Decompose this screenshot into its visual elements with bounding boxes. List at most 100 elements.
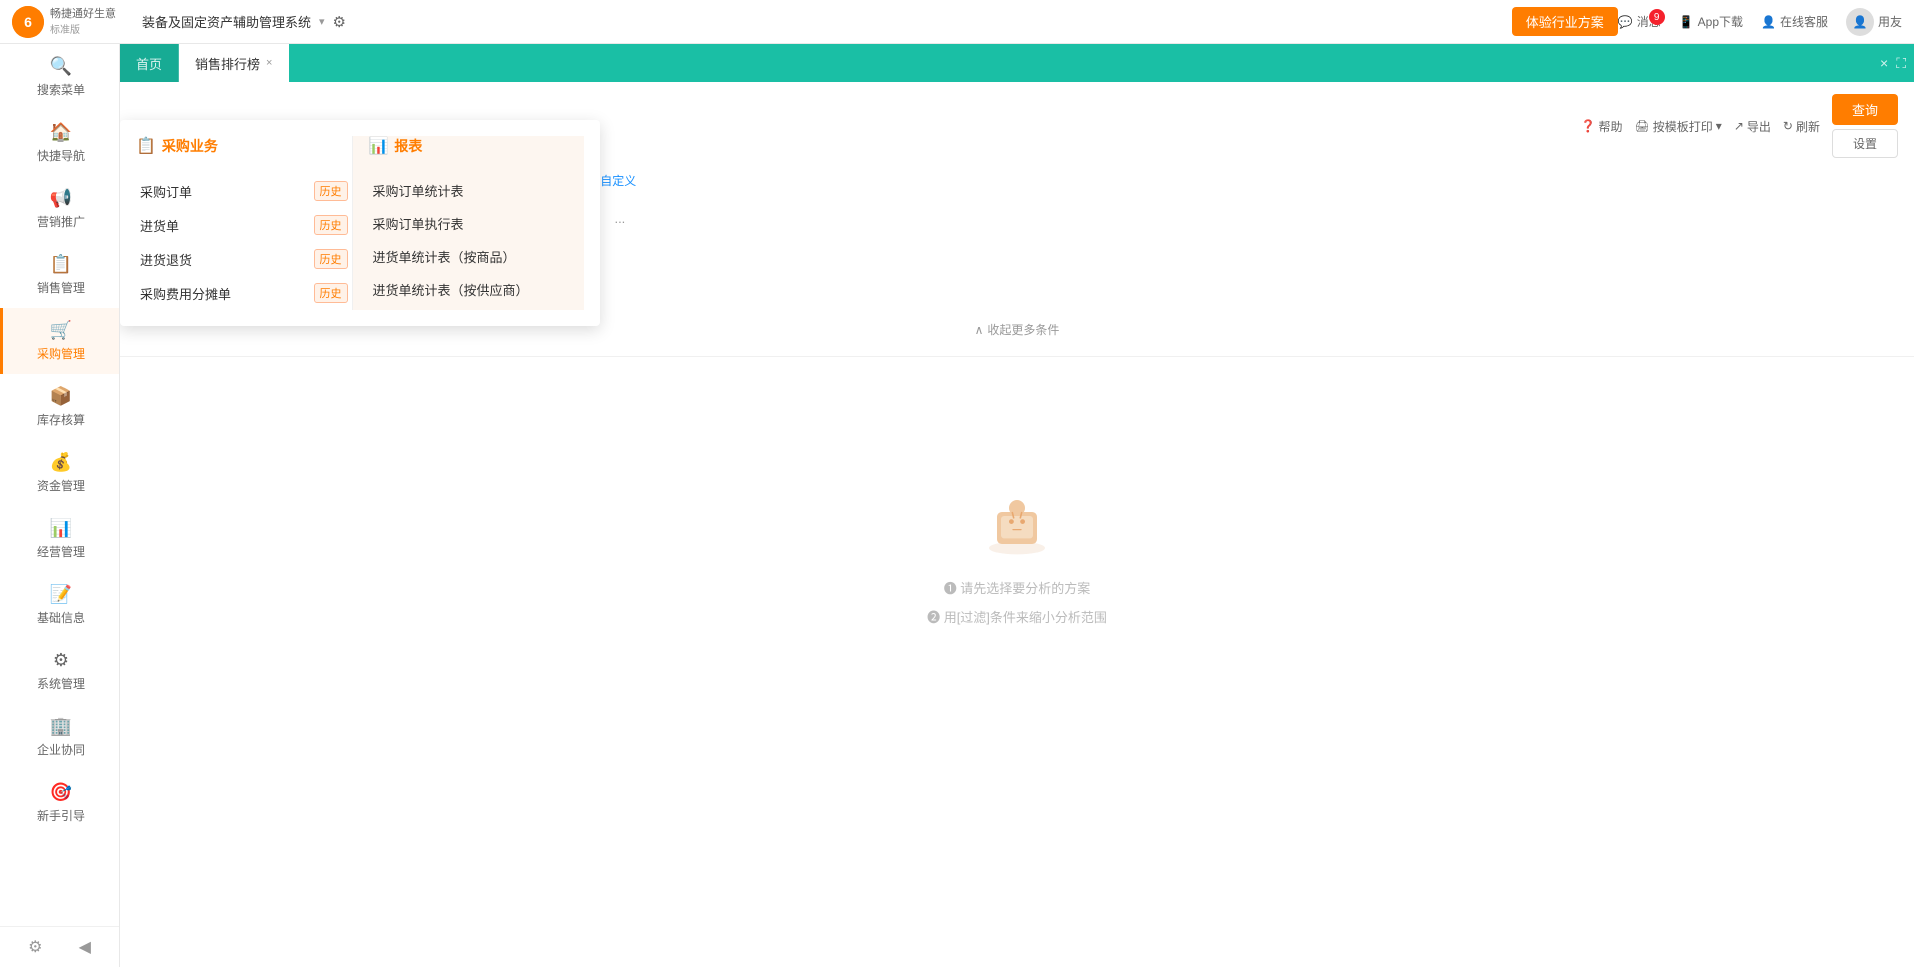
tab-home-label: 首页	[136, 54, 162, 73]
message-icon: 💬	[1618, 15, 1633, 29]
sidebar-label-search: 搜索菜单	[37, 81, 85, 98]
sidebar-bottom: ⚙ ◀	[0, 926, 119, 967]
enterprise-icon: 🏢	[50, 716, 72, 737]
operations-icon: 📊	[50, 518, 72, 539]
sidebar-item-marketing[interactable]: 📢 营销推广	[0, 176, 119, 242]
sidebar-label-enterprise: 企业协同	[37, 741, 85, 758]
sidebar-label-operations: 经营管理	[37, 543, 85, 560]
sidebar-item-finance[interactable]: 💰 资金管理	[0, 440, 119, 506]
sidebar: 🔍 搜索菜单 🏠 快捷导航 📢 营销推广 📋 销售管理 🛒 采购管理 📦 库存核…	[0, 44, 120, 967]
dropdown-item-receipt-by-supplier[interactable]: 进货单统计表（按供应商）	[369, 273, 585, 306]
tab-home[interactable]: 首页	[120, 44, 179, 82]
refresh-label: 刷新	[1796, 118, 1820, 135]
username: 用友	[1878, 13, 1902, 30]
settings-gear-icon[interactable]: ⚙	[333, 13, 346, 31]
message-btn[interactable]: 💬 消息 9	[1618, 13, 1661, 30]
help-label: 帮助	[1599, 118, 1623, 135]
collapse-arrow-icon: ∧	[975, 323, 984, 337]
logo-area: 6 畅捷通好生意 标准版	[12, 6, 132, 38]
tab-sales-rank[interactable]: 销售排行榜 ×	[179, 44, 289, 82]
history-tag-3: 历史	[314, 283, 348, 303]
dropdown-item-receipt-by-product[interactable]: 进货单统计表（按商品）	[369, 240, 585, 273]
dropdown-col-reports: 📊 报表 采购订单统计表 采购订单执行表 进货单统计表（按商品） 进货单统计表（…	[352, 136, 585, 310]
industry-btn[interactable]: 体验行业方案	[1512, 7, 1618, 36]
sidebar-item-operations[interactable]: 📊 经营管理	[0, 506, 119, 572]
dropdown-item-purchase-return[interactable]: 进货退货 历史	[136, 242, 352, 276]
logo-edition: 标准版	[50, 21, 116, 36]
tab-expand-icon[interactable]: ⛶	[1896, 55, 1906, 72]
empty-text-2: ❷ 用[过滤]条件来缩小分析范围	[927, 607, 1107, 626]
sidebar-collapse-btn[interactable]: ◀	[79, 937, 91, 957]
sidebar-item-quick-nav[interactable]: 🏠 快捷导航	[0, 110, 119, 176]
query-button[interactable]: 查询	[1832, 94, 1898, 125]
sidebar-settings-btn[interactable]: ⚙	[28, 937, 42, 957]
print-btn[interactable]: 🖨 按模板打印 ▾	[1635, 118, 1722, 135]
page-content: ❓ 帮助 🖨 按模板打印 ▾ ↗ 导出 ↻ 刷新	[120, 82, 1914, 967]
dropdown-purchase-title: 📋 采购业务	[136, 136, 352, 162]
settings-button[interactable]: 设置	[1832, 129, 1898, 158]
title-arrow-icon[interactable]: ▾	[319, 15, 325, 28]
purchase-icon: 🛒	[50, 320, 72, 341]
empty-text-1: ❶ 请先选择要分析的方案	[944, 578, 1091, 597]
guide-icon: 🎯	[50, 782, 72, 803]
search-icon: 🔍	[50, 56, 72, 77]
sidebar-item-base-info[interactable]: 📝 基础信息	[0, 572, 119, 638]
tab-bar: 首页 销售排行榜 × × ⛶	[120, 44, 1914, 82]
main-layout: 🔍 搜索菜单 🏠 快捷导航 📢 营销推广 📋 销售管理 🛒 采购管理 📦 库存核…	[0, 44, 1914, 967]
history-tag-0: 历史	[314, 181, 348, 201]
sidebar-item-inventory[interactable]: 📦 库存核算	[0, 374, 119, 440]
sidebar-item-enterprise[interactable]: 🏢 企业协同	[0, 704, 119, 770]
sidebar-item-search[interactable]: 🔍 搜索菜单	[0, 44, 119, 110]
logo-name: 畅捷通好生意	[50, 7, 116, 21]
online-service-btn[interactable]: 👤 在线客服	[1761, 13, 1828, 30]
dropdown-col-purchase: 📋 采购业务 采购订单 历史 进货单 历史 进货退货 历史	[136, 136, 352, 310]
svg-text:6: 6	[24, 14, 32, 30]
refresh-btn[interactable]: ↻ 刷新	[1783, 118, 1820, 135]
dropdown-item-order-stats[interactable]: 采购订单统计表	[369, 174, 585, 207]
reports-title-label: 报表	[394, 136, 422, 156]
sidebar-item-sales[interactable]: 📋 销售管理	[0, 242, 119, 308]
home-icon: 🏠	[50, 122, 72, 143]
product-dots[interactable]: ...	[614, 211, 625, 226]
service-icon: 👤	[1761, 15, 1776, 29]
sidebar-item-system[interactable]: ⚙ 系统管理	[0, 638, 119, 704]
purchase-title-label: 采购业务	[162, 136, 218, 156]
dropdown-item-purchase-expense[interactable]: 采购费用分摊单 历史	[136, 276, 352, 310]
sidebar-label-sales: 销售管理	[37, 279, 85, 296]
help-btn[interactable]: ❓ 帮助	[1581, 118, 1623, 135]
sidebar-label-purchase: 采购管理	[37, 345, 85, 362]
custom-date-link[interactable]: 自定义	[600, 172, 636, 189]
sales-icon: 📋	[50, 254, 72, 275]
sidebar-item-purchase[interactable]: 🛒 采购管理	[0, 308, 119, 374]
content-area: 首页 销售排行榜 × × ⛶ ❓ 帮助	[120, 44, 1914, 967]
inventory-icon: 📦	[50, 386, 72, 407]
app-download-btn[interactable]: 📱 App下载	[1679, 13, 1743, 30]
message-badge: 9	[1649, 9, 1665, 25]
export-btn[interactable]: ↗ 导出	[1734, 118, 1771, 135]
tab-close-all-icon[interactable]: ×	[1880, 55, 1888, 71]
system-icon: ⚙	[53, 650, 69, 671]
dropdown-reports-title: 📊 报表	[369, 136, 585, 162]
base-info-icon: 📝	[50, 584, 72, 605]
dropdown-item-purchase-receipt[interactable]: 进货单 历史	[136, 208, 352, 242]
sidebar-label-marketing: 营销推广	[37, 213, 85, 230]
logo-icon: 6	[12, 6, 44, 38]
sidebar-label-guide: 新手引导	[37, 807, 85, 824]
system-title: 装备及固定资产辅助管理系统	[142, 12, 311, 31]
history-tag-1: 历史	[314, 215, 348, 235]
tab-close-icon[interactable]: ×	[266, 57, 272, 69]
sidebar-label-system: 系统管理	[37, 675, 85, 692]
sidebar-item-guide[interactable]: 🎯 新手引导	[0, 770, 119, 836]
history-tag-2: 历史	[314, 249, 348, 269]
user-area[interactable]: 👤 用友	[1846, 8, 1902, 36]
sidebar-label-finance: 资金管理	[37, 477, 85, 494]
export-icon: ↗	[1734, 119, 1744, 133]
system-title-area: 装备及固定资产辅助管理系统 ▾ ⚙	[132, 12, 1500, 31]
dropdown-item-purchase-order[interactable]: 采购订单 历史	[136, 174, 352, 208]
purchase-title-icon: 📋	[136, 136, 156, 156]
phone-icon: 📱	[1679, 15, 1694, 29]
empty-state: ❶ 请先选择要分析的方案 ❷ 用[过滤]条件来缩小分析范围	[120, 357, 1914, 757]
tab-right-controls: × ⛶	[1880, 55, 1914, 72]
export-label: 导出	[1747, 118, 1771, 135]
dropdown-item-order-exec[interactable]: 采购订单执行表	[369, 207, 585, 240]
